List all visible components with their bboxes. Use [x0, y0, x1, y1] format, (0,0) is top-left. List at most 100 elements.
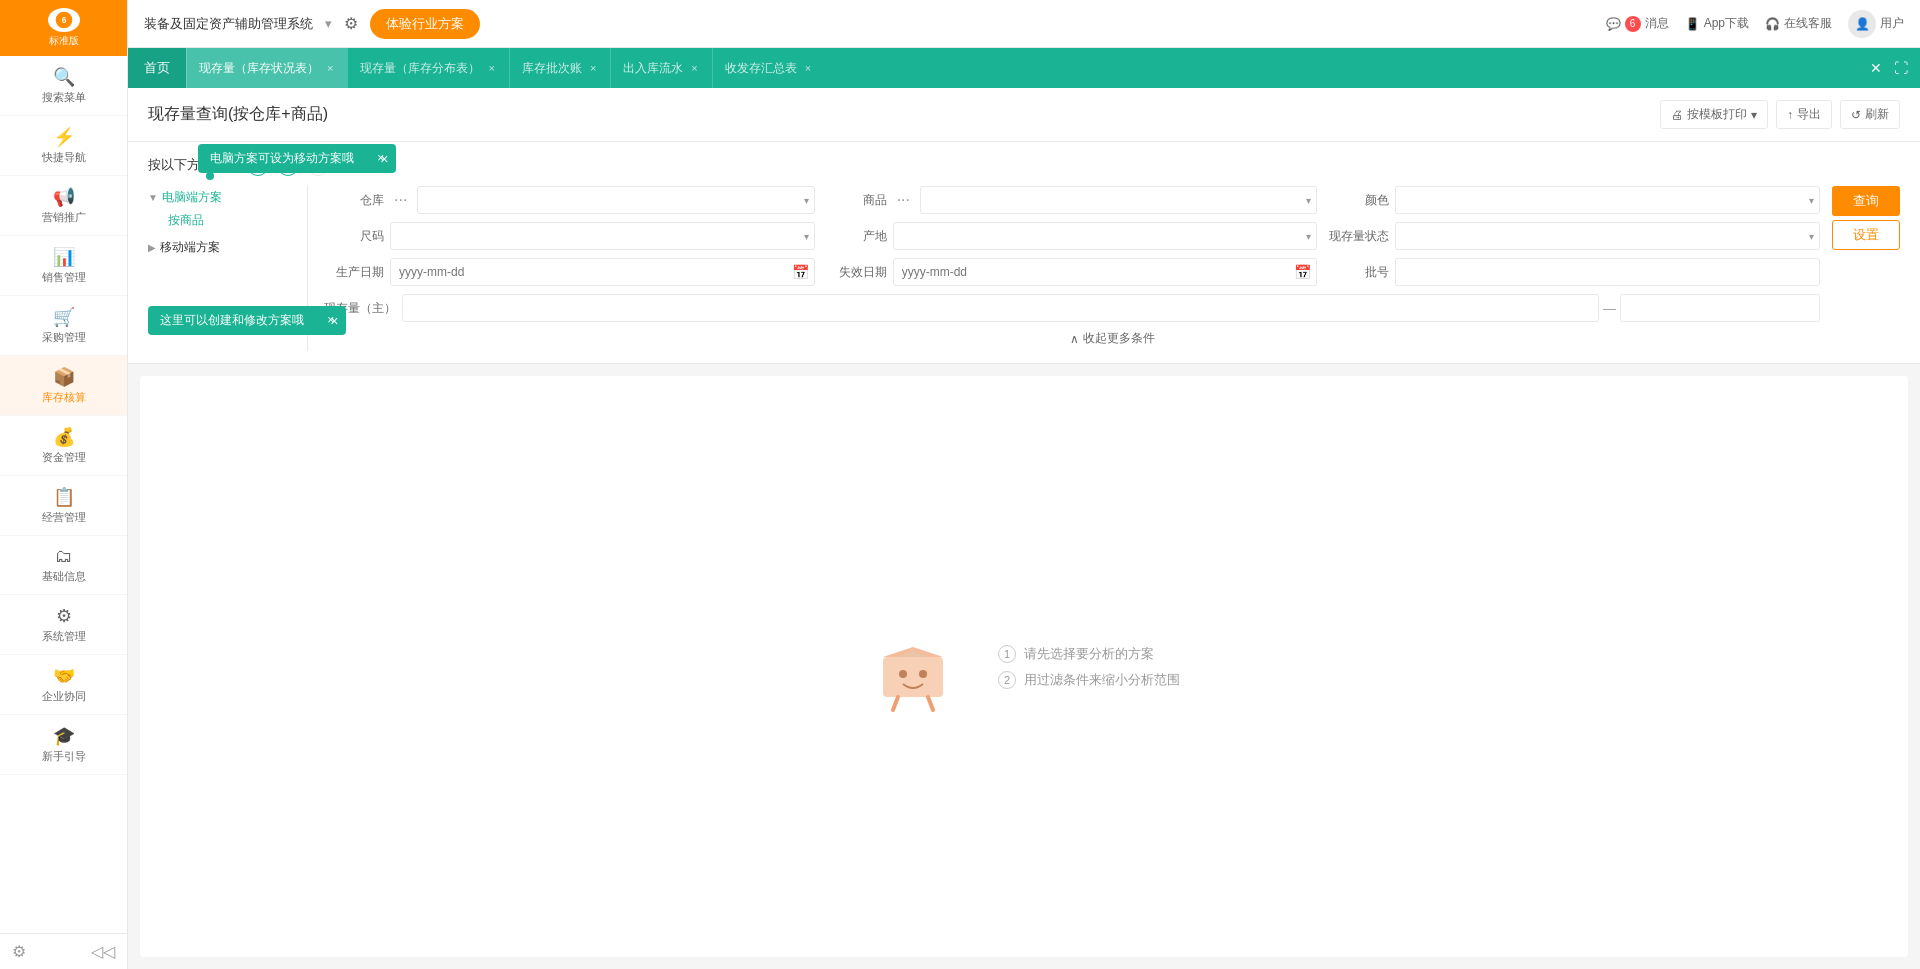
messages-action[interactable]: 💬 6 消息 — [1606, 15, 1669, 32]
sidebar-item-quick[interactable]: ⚡ 快捷导航 — [0, 116, 127, 176]
tab-flow-close[interactable]: × — [689, 60, 699, 76]
tab-flow[interactable]: 出入库流水 × — [610, 48, 711, 88]
produce-date-input[interactable] — [390, 258, 815, 286]
sidebar-item-purchase[interactable]: 🛒 采购管理 — [0, 296, 127, 356]
color-select[interactable] — [1395, 186, 1820, 214]
scheme-panel: ▼ 电脑端方案 按商品 ▶ 移动端方案 这里可以创建和修改方案哦 — [148, 186, 308, 351]
tab-bar-actions: ✕ ⛶ — [1858, 48, 1920, 88]
scheme-mobile[interactable]: ▶ 移动端方案 — [148, 236, 295, 259]
size-field: 尺码 — [324, 222, 815, 250]
sidebar-item-system[interactable]: ⚙ 系统管理 — [0, 595, 127, 655]
collapse-button[interactable]: ∧ 收起更多条件 — [324, 322, 1900, 351]
batch-input[interactable] — [1395, 258, 1820, 286]
size-select[interactable] — [390, 222, 815, 250]
goods-select[interactable] — [920, 186, 1317, 214]
scheme-desktop-child-label: 按商品 — [168, 212, 204, 229]
search-nav-icon: 🔍 — [53, 66, 75, 88]
svg-point-4 — [919, 670, 927, 678]
origin-select[interactable] — [893, 222, 1318, 250]
goods-dots[interactable]: ··· — [893, 191, 914, 209]
sidebar-item-collab[interactable]: 🤝 企业协同 — [0, 655, 127, 715]
system-nav-icon: ⚙ — [56, 605, 72, 627]
tab-stock-status[interactable]: 现存量（库存状况表） × — [186, 48, 347, 88]
settings-icon[interactable]: ⚙ — [344, 14, 358, 33]
scheme-mobile-label: 移动端方案 — [160, 239, 220, 256]
sidebar-item-stock[interactable]: 📦 库存核算 — [0, 356, 127, 416]
logo-icon: 6 — [48, 8, 80, 32]
sidebar-item-stock-label: 库存核算 — [42, 390, 86, 405]
tooltip-scheme-mobile-close[interactable]: × — [377, 151, 384, 165]
svg-line-6 — [928, 697, 933, 710]
print-button[interactable]: 🖨 按模板打印 ▾ — [1660, 100, 1768, 129]
export-button[interactable]: ↑ 导出 — [1776, 100, 1832, 129]
header-right: 💬 6 消息 📱 App下载 🎧 在线客服 👤 用户 — [1606, 10, 1904, 38]
user-action[interactable]: 👤 用户 — [1848, 10, 1904, 38]
stock-status-select[interactable] — [1395, 222, 1820, 250]
warehouse-dots[interactable]: ··· — [390, 191, 411, 209]
system-dropdown-icon[interactable]: ▾ — [325, 16, 332, 31]
sidebar-item-marketing[interactable]: 📢 营销推广 — [0, 176, 127, 236]
basic-nav-icon: 🗂 — [55, 546, 73, 567]
expire-date-wrapper: 📅 — [893, 258, 1318, 286]
batch-label: 批号 — [1329, 264, 1389, 281]
scheme-desktop[interactable]: ▼ 电脑端方案 — [148, 186, 295, 209]
page-actions: 🖨 按模板打印 ▾ ↑ 导出 ↺ 刷新 — [1660, 100, 1900, 129]
empty-tip-1: 1 请先选择要分析的方案 — [998, 645, 1180, 663]
sidebar-collapse-btn[interactable]: ◁◁ — [91, 942, 115, 961]
user-label: 用户 — [1880, 15, 1904, 32]
size-select-wrapper — [390, 222, 815, 250]
warehouse-field: 仓库 ··· — [324, 186, 815, 214]
sidebar-bottom: ⚙ ◁◁ — [0, 933, 127, 969]
tab-home[interactable]: 首页 — [128, 48, 186, 88]
goods-select-wrapper — [920, 186, 1317, 214]
print-label: 按模板打印 — [1687, 106, 1747, 123]
tab-stock-status-close[interactable]: × — [325, 60, 335, 76]
header-left: 装备及固定资产辅助管理系统 ▾ ⚙ 体验行业方案 — [144, 9, 480, 39]
sidebar-item-guide[interactable]: 🎓 新手引导 — [0, 715, 127, 775]
sidebar-item-sales[interactable]: 📊 销售管理 — [0, 236, 127, 296]
refresh-button[interactable]: ↺ 刷新 — [1840, 100, 1900, 129]
sidebar-item-operation[interactable]: 📋 经营管理 — [0, 476, 127, 536]
expire-date-cal-icon[interactable]: 📅 — [1294, 264, 1311, 280]
tab-stock-dist-close[interactable]: × — [486, 60, 496, 76]
logo-text: 标准版 — [49, 34, 79, 48]
tab-expand-icon[interactable]: ⛶ — [1890, 56, 1912, 80]
guide-nav-icon: 🎓 — [53, 725, 75, 747]
online-support-action[interactable]: 🎧 在线客服 — [1765, 15, 1832, 32]
headset-icon: 🎧 — [1765, 17, 1780, 31]
query-button[interactable]: 查询 — [1832, 186, 1900, 216]
finance-nav-icon: 💰 — [53, 426, 75, 448]
sidebar-item-basic[interactable]: 🗂 基础信息 — [0, 536, 127, 595]
empty-state-tips: 1 请先选择要分析的方案 2 用过滤条件来缩小分析范围 — [998, 645, 1180, 689]
expire-date-input[interactable] — [893, 258, 1318, 286]
sidebar-item-search-label: 搜索菜单 — [42, 90, 86, 105]
scheme-desktop-child-1[interactable]: 按商品 — [148, 209, 295, 232]
sidebar-item-finance[interactable]: 💰 资金管理 — [0, 416, 127, 476]
warehouse-select[interactable] — [417, 186, 814, 214]
set-button[interactable]: 设置 — [1832, 220, 1900, 250]
origin-select-wrapper — [893, 222, 1318, 250]
produce-date-cal-icon[interactable]: 📅 — [792, 264, 809, 280]
collapse-chevron-icon: ∧ — [1070, 332, 1079, 346]
trial-button[interactable]: 体验行业方案 — [370, 9, 480, 39]
color-field: 颜色 — [1329, 186, 1820, 214]
tab-close-all-icon[interactable]: ✕ — [1866, 56, 1886, 80]
online-support-label: 在线客服 — [1784, 15, 1832, 32]
tooltip-create-scheme-close[interactable]: × — [327, 313, 334, 327]
tab-batch-close[interactable]: × — [588, 60, 598, 76]
tab-stock-dist[interactable]: 现存量（库存分布表） × — [347, 48, 508, 88]
tab-summary-close[interactable]: × — [803, 60, 813, 76]
stock-qty-min[interactable] — [402, 294, 1599, 322]
sidebar-item-search[interactable]: 🔍 搜索菜单 — [0, 56, 127, 116]
marketing-nav-icon: 📢 — [53, 186, 75, 208]
sidebar-settings-btn[interactable]: ⚙ — [12, 942, 26, 961]
tooltip-scheme-mobile: 电脑方案可设为移动方案哦 × — [198, 144, 396, 173]
tab-batch[interactable]: 库存批次账 × — [509, 48, 610, 88]
goods-field: 商品 ··· — [827, 186, 1318, 214]
app-download-action[interactable]: 📱 App下载 — [1685, 15, 1749, 32]
tip-text-2: 用过滤条件来缩小分析范围 — [1024, 671, 1180, 689]
stock-qty-max[interactable] — [1620, 294, 1820, 322]
produce-date-label: 生产日期 — [324, 264, 384, 281]
tab-summary[interactable]: 收发存汇总表 × — [712, 48, 825, 88]
tip-text-1: 请先选择要分析的方案 — [1024, 645, 1154, 663]
